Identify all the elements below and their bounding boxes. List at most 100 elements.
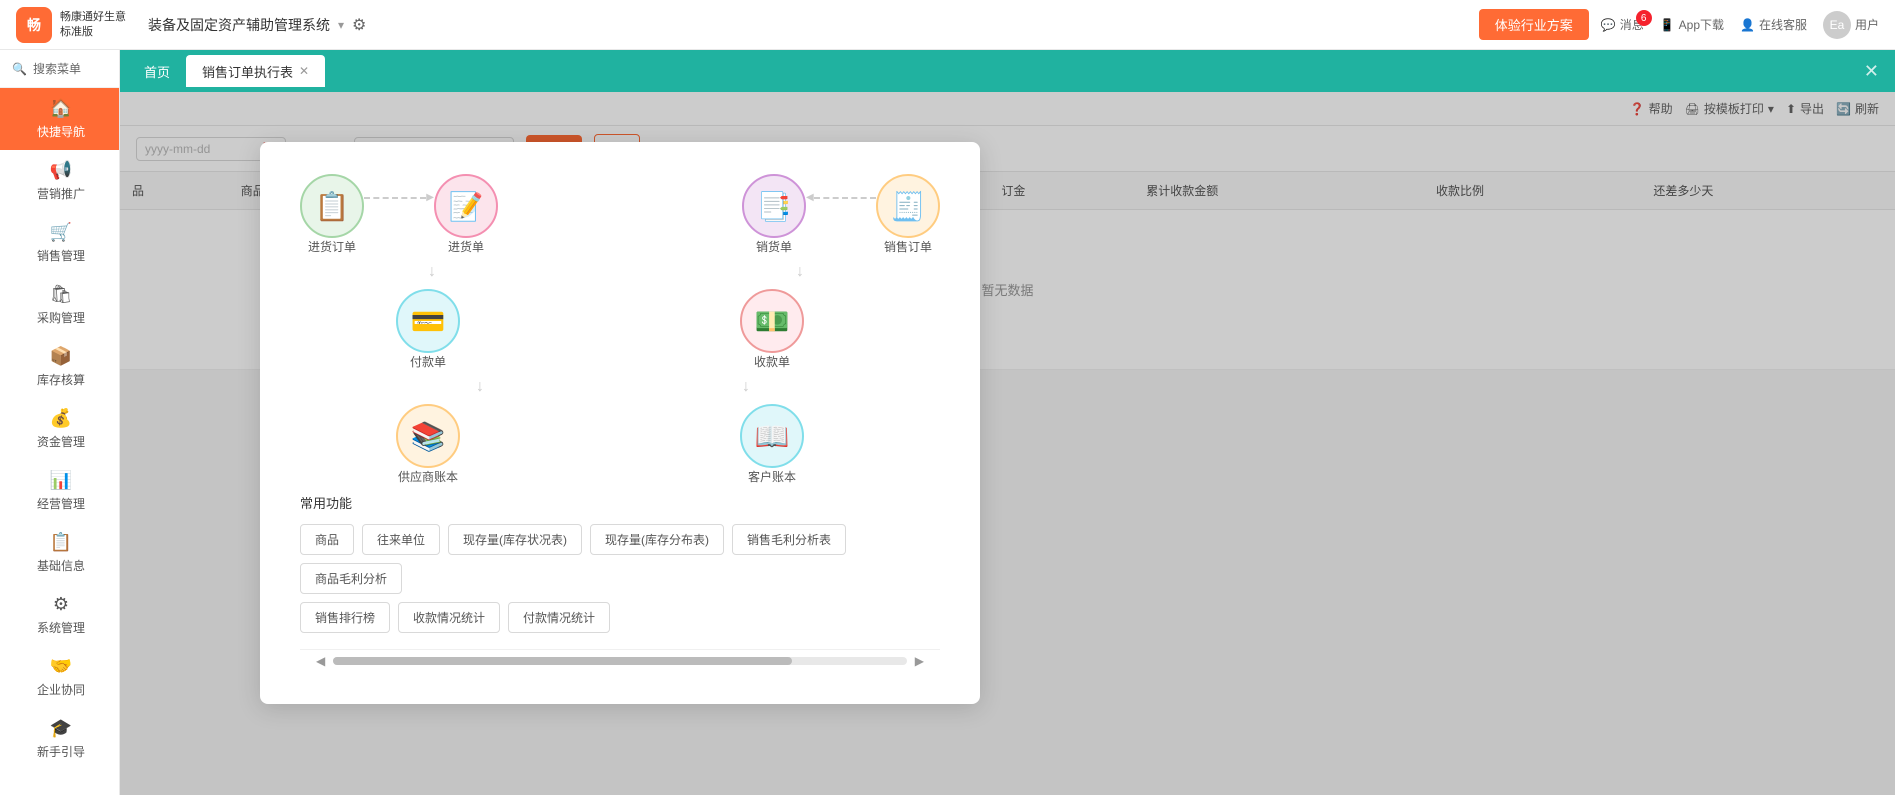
- app-download-button[interactable]: 📱 App下载: [1660, 16, 1724, 33]
- flow-node-receipt[interactable]: 💵 收款单: [740, 289, 804, 370]
- user-avatar: Ea: [1823, 11, 1851, 39]
- cf-btn-payment-stats[interactable]: 付款情况统计: [508, 602, 610, 633]
- cf-btn-sales-ranking[interactable]: 销售排行榜: [300, 602, 390, 633]
- flow-node-purchase-order[interactable]: 📋 进货订单: [300, 174, 364, 255]
- operation-icon: 📊: [50, 470, 72, 491]
- sidebar-item-operation[interactable]: 📊 经营管理: [0, 460, 119, 522]
- gear-icon[interactable]: ⚙: [352, 15, 366, 35]
- sidebar: 🔍 搜索菜单 🏠 快捷导航 📢 营销推广 🛒 销售管理 🛍 采购管理 📦: [0, 50, 120, 795]
- customer-ledger-circle: 📖: [740, 404, 804, 468]
- search-menu-button[interactable]: 🔍 搜索菜单: [0, 50, 119, 88]
- purchase-order-label: 进货订单: [308, 238, 356, 255]
- arrow-sale-order-to-bill: ◀: [806, 192, 876, 203]
- cf-btn-product-gross-analysis[interactable]: 商品毛利分析: [300, 563, 402, 594]
- cf-btn-product[interactable]: 商品: [300, 524, 354, 555]
- enterprise-icon: 🤝: [50, 656, 72, 677]
- supplier-ledger-circle: 📚: [396, 404, 460, 468]
- system-dropdown-icon[interactable]: ▾: [338, 18, 344, 32]
- logo-text: 畅康通好生意 标准版: [60, 10, 126, 39]
- sidebar-item-guide[interactable]: 🎓 新手引导: [0, 708, 119, 770]
- scroll-track[interactable]: [333, 657, 907, 665]
- tab-close-icon[interactable]: ✕: [299, 64, 309, 78]
- cf-btn-sales-gross-analysis[interactable]: 销售毛利分析表: [732, 524, 846, 555]
- sidebar-item-finance[interactable]: 💰 资金管理: [0, 398, 119, 460]
- quick-icon: 🏠: [50, 98, 72, 119]
- purchase-bill-circle: 📝: [434, 174, 498, 238]
- modal-box: 📋 进货订单 ▶ 📝: [260, 142, 980, 704]
- sidebar-item-marketing[interactable]: 📢 营销推广: [0, 150, 119, 212]
- user-menu[interactable]: Ea 用户: [1823, 11, 1879, 39]
- modal-content: 📋 进货订单 ▶ 📝: [260, 142, 980, 704]
- flow-node-sale-order[interactable]: 🧾 销售订单: [876, 174, 940, 255]
- cf-btn-partner[interactable]: 往来单位: [362, 524, 440, 555]
- common-functions: 常用功能 商品 往来单位 现存量(库存状况表) 现存量(库存分布表) 销售毛利分…: [300, 493, 940, 633]
- message-icon: 💬: [1601, 18, 1616, 32]
- customer-ledger-label: 客户账本: [748, 468, 796, 485]
- tab-home[interactable]: 首页: [128, 55, 186, 87]
- sales-icon: 🛒: [50, 222, 72, 243]
- content-area: 首页 销售订单执行表 ✕ ✕ ❓ 帮助 🖨: [120, 50, 1895, 795]
- sale-order-label: 销售订单: [884, 238, 932, 255]
- flow-diagram: 📋 进货订单 ▶ 📝: [300, 174, 940, 485]
- tab-bar: 首页 销售订单执行表 ✕ ✕: [120, 50, 1895, 92]
- message-button[interactable]: 💬 消息 6: [1601, 16, 1644, 33]
- finance-icon: 💰: [50, 408, 72, 429]
- flow-node-supplier-ledger[interactable]: 📚 供应商账本: [396, 404, 460, 485]
- page-content: ❓ 帮助 🖨 按模板打印 ▾ ⬆ 导出 🔄 刷新: [120, 92, 1895, 795]
- online-service-button[interactable]: 👤 在线客服: [1740, 16, 1807, 33]
- tab-bar-close-button[interactable]: ✕: [1856, 61, 1887, 82]
- tab-sales-order[interactable]: 销售订单执行表 ✕: [186, 55, 325, 87]
- flow-node-purchase-bill[interactable]: 📝 进货单: [434, 174, 498, 255]
- system-title-area: 装备及固定资产辅助管理系统 ▾ ⚙: [148, 15, 1467, 35]
- flow-node-sale-bill[interactable]: 📑 销货单: [742, 174, 806, 255]
- cf-btn-receipt-stats[interactable]: 收款情况统计: [398, 602, 500, 633]
- modal-overlay[interactable]: 📋 进货订单 ▶ 📝: [120, 92, 1895, 795]
- payment-label: 付款单: [410, 353, 446, 370]
- supplier-ledger-label: 供应商账本: [398, 468, 458, 485]
- message-badge: 6: [1636, 10, 1652, 26]
- payment-circle: 💳: [396, 289, 460, 353]
- sidebar-item-inventory[interactable]: 📦 库存核算: [0, 336, 119, 398]
- cf-btn-stock-status[interactable]: 现存量(库存状况表): [448, 524, 582, 555]
- logo-icon: 畅: [16, 7, 52, 43]
- cf-btn-stock-dist[interactable]: 现存量(库存分布表): [590, 524, 724, 555]
- system-name: 装备及固定资产辅助管理系统: [148, 15, 330, 35]
- sidebar-item-enterprise[interactable]: 🤝 企业协同: [0, 646, 119, 708]
- common-functions-buttons-row2: 销售排行榜 收款情况统计 付款情况统计: [300, 602, 940, 633]
- purchase-order-circle: 📋: [300, 174, 364, 238]
- sidebar-item-quick[interactable]: 🏠 快捷导航: [0, 88, 119, 150]
- purchase-icon: 🛍: [50, 284, 73, 305]
- header-right: 💬 消息 6 📱 App下载 👤 在线客服 Ea 用户: [1601, 11, 1879, 39]
- flow-node-customer-ledger[interactable]: 📖 客户账本: [740, 404, 804, 485]
- service-icon: 👤: [1740, 18, 1755, 32]
- basic-icon: 📋: [50, 532, 72, 553]
- sidebar-item-basic[interactable]: 📋 基础信息: [0, 522, 119, 584]
- down-arrows-row: ↓ ↓: [300, 263, 940, 281]
- sidebar-item-sales[interactable]: 🛒 销售管理: [0, 212, 119, 274]
- scroll-right-arrow[interactable]: ▶: [915, 654, 924, 668]
- purchase-bill-label: 进货单: [448, 238, 484, 255]
- system-icon: ⚙: [53, 594, 69, 615]
- sale-bill-circle: 📑: [742, 174, 806, 238]
- sale-bill-label: 销货单: [756, 238, 792, 255]
- receipt-circle: 💵: [740, 289, 804, 353]
- inventory-icon: 📦: [50, 346, 72, 367]
- experience-button[interactable]: 体验行业方案: [1479, 9, 1589, 40]
- receipt-label: 收款单: [754, 353, 790, 370]
- marketing-icon: 📢: [50, 160, 72, 181]
- logo: 畅 畅康通好生意 标准版: [16, 7, 136, 43]
- sidebar-item-system[interactable]: ⚙ 系统管理: [0, 584, 119, 646]
- search-icon: 🔍: [12, 62, 27, 76]
- down-arrows-row-2: ↓ ↓: [300, 378, 940, 396]
- scroll-thumb[interactable]: [333, 657, 792, 665]
- sale-order-circle: 🧾: [876, 174, 940, 238]
- flow-node-payment[interactable]: 💳 付款单: [396, 289, 460, 370]
- scroll-left-arrow[interactable]: ◀: [316, 654, 325, 668]
- common-functions-title: 常用功能: [300, 493, 940, 512]
- arrow-purchase-order-to-bill: ▶: [364, 192, 434, 203]
- sidebar-item-purchase[interactable]: 🛍 采购管理: [0, 274, 119, 336]
- scroll-bar-row: ◀ ▶: [300, 649, 940, 672]
- download-icon: 📱: [1660, 18, 1675, 32]
- guide-icon: 🎓: [50, 718, 72, 739]
- common-functions-buttons: 商品 往来单位 现存量(库存状况表) 现存量(库存分布表) 销售毛利分析表 商品…: [300, 524, 940, 594]
